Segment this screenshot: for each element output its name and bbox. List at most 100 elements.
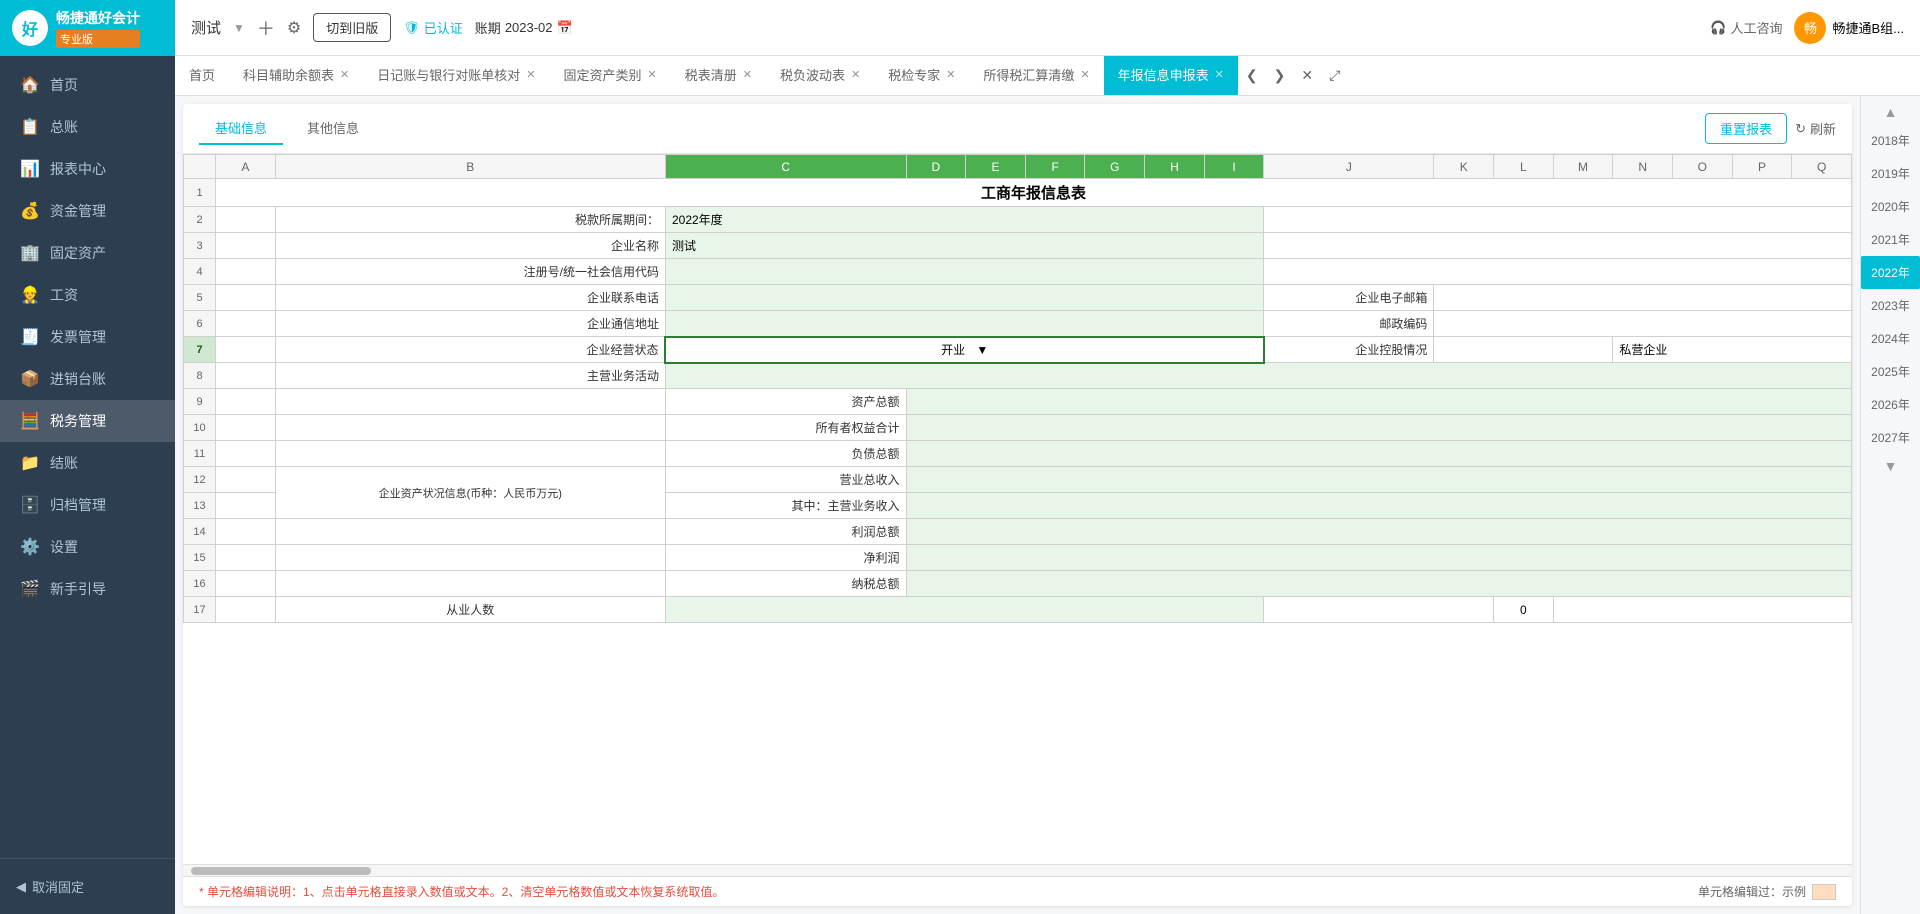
cell-12a[interactable] <box>216 467 276 493</box>
reset-report-button[interactable]: 重置报表 <box>1705 113 1787 144</box>
col-o[interactable]: O <box>1672 155 1732 179</box>
cell-14d[interactable] <box>906 519 1851 545</box>
user-menu[interactable]: 畅 畅捷通B组... <box>1794 12 1904 44</box>
col-b[interactable]: B <box>275 155 665 179</box>
year-2020[interactable]: 2020年 <box>1861 190 1920 223</box>
tab-home[interactable]: 首页 <box>175 56 229 95</box>
sidebar-item-invoice[interactable]: 🧾 发票管理 <box>0 316 175 358</box>
cell-14a[interactable] <box>216 519 276 545</box>
year-2027[interactable]: 2027年 <box>1861 421 1920 454</box>
cell-4a[interactable] <box>216 259 276 285</box>
cell-17j[interactable] <box>1264 597 1494 623</box>
col-g[interactable]: G <box>1085 155 1145 179</box>
cell-15a[interactable] <box>216 545 276 571</box>
tab-close-button[interactable]: ✕ <box>1293 56 1321 95</box>
tab-prev-button[interactable]: ❮ <box>1238 56 1266 95</box>
cell-16d[interactable] <box>906 571 1851 597</box>
sidebar-item-home[interactable]: 🏠 首页 <box>0 64 175 106</box>
tab-subject-balance[interactable]: 科目辅助余额表 ✕ <box>229 56 363 95</box>
cell-6c[interactable] <box>665 311 1263 337</box>
year-2026[interactable]: 2026年 <box>1861 388 1920 421</box>
cell-10b[interactable] <box>275 415 665 441</box>
sidebar-item-payroll[interactable]: 👷 工资 <box>0 274 175 316</box>
sidebar-item-assets[interactable]: 🏢 固定资产 <box>0 232 175 274</box>
cell-17m[interactable] <box>1553 597 1851 623</box>
cell-16b[interactable] <box>275 571 665 597</box>
add-tab-button[interactable]: ＋ <box>257 15 275 41</box>
spreadsheet[interactable]: A B C D E F G H I J K L M <box>183 154 1852 864</box>
cell-2c[interactable]: 2022年度 <box>665 207 1263 233</box>
cell-17c[interactable] <box>665 597 1263 623</box>
col-k[interactable]: K <box>1434 155 1494 179</box>
close-icon[interactable]: ✕ <box>1215 68 1224 81</box>
year-2022[interactable]: 2022年 <box>1861 256 1920 289</box>
cell-5k[interactable] <box>1434 285 1852 311</box>
cell-4j[interactable] <box>1264 259 1852 285</box>
year-2024[interactable]: 2024年 <box>1861 322 1920 355</box>
col-p[interactable]: P <box>1732 155 1792 179</box>
close-icon[interactable]: ✕ <box>851 68 860 81</box>
close-icon[interactable]: ✕ <box>743 68 752 81</box>
calendar-icon[interactable]: 📅 <box>557 20 573 36</box>
cell-2a[interactable] <box>216 207 276 233</box>
cell-12d[interactable] <box>906 467 1851 493</box>
close-icon[interactable]: ✕ <box>648 68 657 81</box>
col-q[interactable]: Q <box>1792 155 1852 179</box>
tab-next-button[interactable]: ❯ <box>1266 56 1294 95</box>
cell-7a[interactable] <box>216 337 276 363</box>
cell-8c[interactable] <box>665 363 1851 389</box>
cell-13d[interactable] <box>906 493 1851 519</box>
cell-6a[interactable] <box>216 311 276 337</box>
cell-11a[interactable] <box>216 441 276 467</box>
col-l[interactable]: L <box>1494 155 1554 179</box>
cell-3c[interactable]: 测试 <box>665 233 1263 259</box>
cell-6k[interactable] <box>1434 311 1852 337</box>
col-f[interactable]: F <box>1025 155 1085 179</box>
year-2023[interactable]: 2023年 <box>1861 289 1920 322</box>
sidebar-item-settings[interactable]: ⚙️ 设置 <box>0 526 175 568</box>
settings-gear-icon[interactable]: ⚙ <box>287 18 301 38</box>
cell-11d[interactable] <box>906 441 1851 467</box>
cell-17l[interactable]: 0 <box>1494 597 1554 623</box>
cell-15b[interactable] <box>275 545 665 571</box>
close-icon[interactable]: ✕ <box>1080 68 1089 81</box>
sidebar-item-purchasesales[interactable]: 📦 进销台账 <box>0 358 175 400</box>
cell-14b[interactable] <box>275 519 665 545</box>
year-2019[interactable]: 2019年 <box>1861 157 1920 190</box>
col-n[interactable]: N <box>1613 155 1673 179</box>
cell-7n[interactable]: 私营企业 <box>1613 337 1852 363</box>
sidebar-item-archive[interactable]: 🗄️ 归档管理 <box>0 484 175 526</box>
unpin-button[interactable]: ◀ 取消固定 <box>0 869 175 904</box>
year-2021[interactable]: 2021年 <box>1861 223 1920 256</box>
cell-16a[interactable] <box>216 571 276 597</box>
sidebar-item-tax[interactable]: 🧮 税务管理 <box>0 400 175 442</box>
col-h[interactable]: H <box>1145 155 1205 179</box>
sidebar-item-guide[interactable]: 🎬 新手引导 <box>0 568 175 610</box>
cell-7c-dropdown[interactable]: 开业 ▼ <box>665 337 1263 363</box>
cell-4c[interactable] <box>665 259 1263 285</box>
cell-10a[interactable] <box>216 415 276 441</box>
tab-fixed-assets[interactable]: 固定资产类别 ✕ <box>549 56 670 95</box>
tab-annual-report[interactable]: 年报信息申报表 ✕ <box>1104 56 1238 95</box>
tab-income-tax[interactable]: 所得税汇算清缴 ✕ <box>969 56 1103 95</box>
support-button[interactable]: 🎧 人工咨询 <box>1710 18 1782 37</box>
tab-journal-bank[interactable]: 日记账与银行对账单核对 ✕ <box>363 56 549 95</box>
cell-17a[interactable] <box>216 597 276 623</box>
dropdown-arrow-icon[interactable]: ▼ <box>233 21 245 35</box>
tab-tax-forms[interactable]: 税表清册 ✕ <box>671 56 766 95</box>
refresh-button[interactable]: ↻ 刷新 <box>1795 119 1836 138</box>
cell-7k[interactable] <box>1434 337 1613 363</box>
old-version-button[interactable]: 切到旧版 <box>313 13 391 42</box>
tab-expand-button[interactable]: ⤢ <box>1321 56 1348 95</box>
cell-11b[interactable] <box>275 441 665 467</box>
col-e[interactable]: E <box>966 155 1026 179</box>
cell-9b[interactable] <box>275 389 665 415</box>
year-scroll-up[interactable]: ▲ <box>1861 100 1920 124</box>
close-icon[interactable]: ✕ <box>946 68 955 81</box>
col-c[interactable]: C <box>665 155 906 179</box>
cell-3a[interactable] <box>216 233 276 259</box>
year-scroll-down[interactable]: ▼ <box>1861 454 1920 478</box>
year-2025[interactable]: 2025年 <box>1861 355 1920 388</box>
cell-5a[interactable] <box>216 285 276 311</box>
year-2018[interactable]: 2018年 <box>1861 124 1920 157</box>
